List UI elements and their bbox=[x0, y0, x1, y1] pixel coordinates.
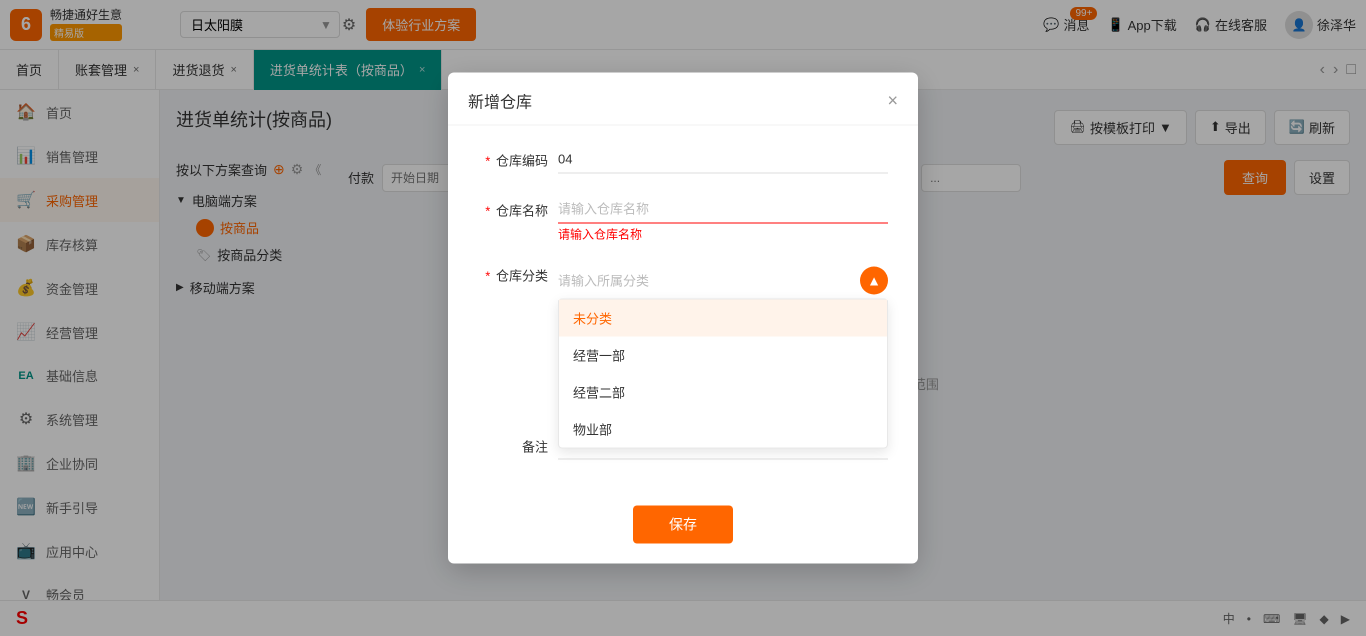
name-label: * 仓库名称 bbox=[478, 196, 558, 228]
classify-input[interactable] bbox=[558, 273, 860, 288]
modal-close-button[interactable]: × bbox=[887, 92, 898, 110]
code-input[interactable] bbox=[558, 146, 888, 174]
modal-header: 新增仓库 × bbox=[448, 73, 918, 126]
code-label: * 仓库编码 bbox=[478, 146, 558, 178]
name-field-wrap: 请输入仓库名称 bbox=[558, 196, 888, 243]
add-warehouse-modal: 新增仓库 × * 仓库编码 * 仓库名称 请输入仓库名称 bbox=[448, 73, 918, 564]
name-field-row: * 仓库名称 请输入仓库名称 bbox=[478, 196, 888, 243]
classify-dropdown: 未分类 经营一部 经营二部 物业部 bbox=[558, 299, 888, 449]
dropdown-item-2[interactable]: 经营二部 bbox=[559, 374, 887, 411]
modal-body: * 仓库编码 * 仓库名称 请输入仓库名称 * 仓库分类 bbox=[448, 126, 918, 502]
classify-input-row: ▲ bbox=[558, 261, 888, 302]
classify-wrap: ▲ 未分类 经营一部 经营二部 物业部 bbox=[558, 261, 888, 302]
modal-save-button[interactable]: 保存 bbox=[633, 506, 733, 544]
code-field-wrap bbox=[558, 146, 888, 174]
modal-title: 新增仓库 bbox=[468, 89, 532, 113]
name-error-msg: 请输入仓库名称 bbox=[558, 226, 888, 243]
dropdown-item-0[interactable]: 未分类 bbox=[559, 300, 887, 337]
note-label: 备注 bbox=[478, 432, 558, 464]
name-input[interactable] bbox=[558, 196, 888, 224]
modal-footer: 保存 bbox=[448, 506, 918, 544]
classify-label: * 仓库分类 bbox=[478, 261, 558, 293]
dropdown-item-3[interactable]: 物业部 bbox=[559, 411, 887, 448]
classify-field-row: * 仓库分类 ▲ 未分类 经营一部 经营二部 物业部 bbox=[478, 261, 888, 302]
dropdown-item-1[interactable]: 经营一部 bbox=[559, 337, 887, 374]
classify-toggle-button[interactable]: ▲ bbox=[860, 267, 888, 295]
code-field-row: * 仓库编码 bbox=[478, 146, 888, 178]
